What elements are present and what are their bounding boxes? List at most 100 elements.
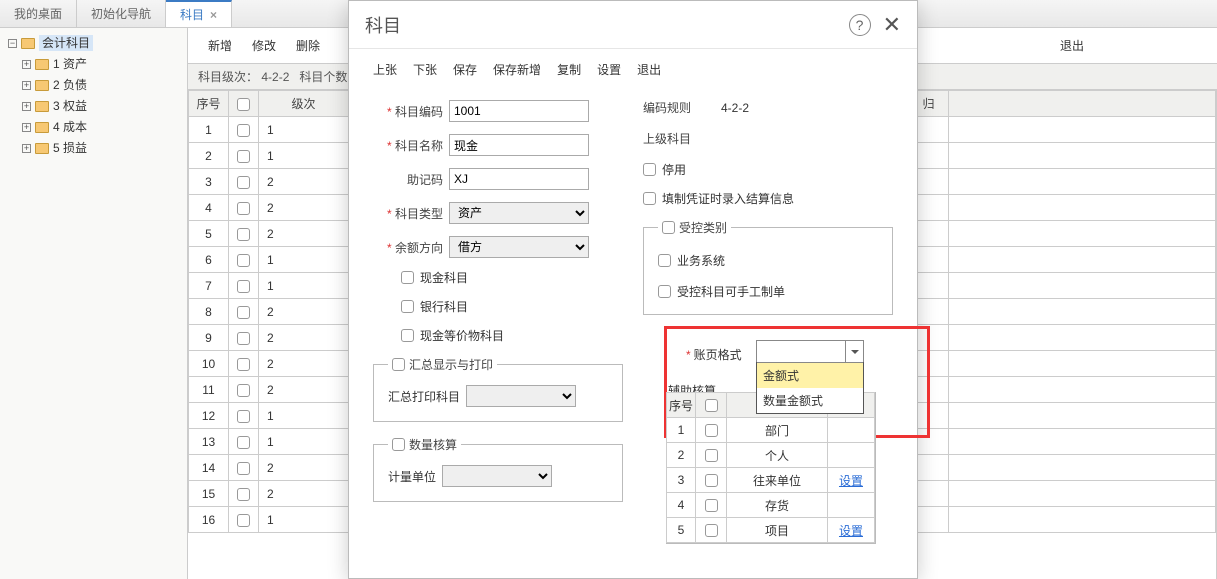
- code-input[interactable]: [449, 100, 589, 122]
- next-button[interactable]: 下张: [413, 61, 437, 78]
- sumfield-label: 汇总打印科目: [388, 388, 460, 405]
- expand-icon[interactable]: +: [22, 60, 31, 69]
- dropdown-option-qtyamount[interactable]: 数量金额式: [757, 388, 863, 413]
- collapse-icon[interactable]: −: [8, 39, 17, 48]
- checkbox[interactable]: [237, 514, 250, 527]
- checkbox[interactable]: [658, 254, 671, 267]
- checkbox[interactable]: [237, 358, 250, 371]
- col-rest: [949, 91, 1216, 117]
- checkbox[interactable]: [237, 124, 250, 137]
- checkbox[interactable]: [705, 399, 718, 412]
- exit-button[interactable]: 退出: [1060, 37, 1084, 54]
- disable-checkbox-row[interactable]: 停用: [643, 161, 893, 178]
- checkbox[interactable]: [237, 436, 250, 449]
- aux-row[interactable]: 4存货: [667, 493, 875, 518]
- checkbox[interactable]: [643, 163, 656, 176]
- close-icon[interactable]: ✕: [883, 12, 901, 38]
- qty-legend[interactable]: 数量核算: [388, 436, 461, 453]
- checkbox[interactable]: [643, 192, 656, 205]
- tree-root[interactable]: −会计科目: [0, 32, 187, 53]
- dropdown-option-amount[interactable]: 金额式: [757, 363, 863, 388]
- dir-select[interactable]: 借方: [449, 236, 589, 258]
- tree-item-pl[interactable]: +5 损益: [0, 137, 187, 158]
- tree-item-liability[interactable]: +2 负债: [0, 74, 187, 95]
- save-button[interactable]: 保存: [453, 61, 477, 78]
- tree-item-cost[interactable]: +4 成本: [0, 116, 187, 137]
- saveadd-button[interactable]: 保存新增: [493, 61, 541, 78]
- tab-initnav[interactable]: 初始化导航: [77, 0, 166, 27]
- pageformat-dropdown[interactable]: 金额式 数量金额式: [756, 340, 864, 414]
- expand-icon[interactable]: +: [22, 123, 31, 132]
- checkbox[interactable]: [237, 254, 250, 267]
- add-button[interactable]: 新增: [208, 37, 232, 54]
- aux-row[interactable]: 3往来单位设置: [667, 468, 875, 493]
- close-icon[interactable]: ×: [210, 8, 217, 22]
- manual-checkbox-row[interactable]: 受控科目可手工制单: [658, 283, 878, 300]
- sumfield-select[interactable]: [466, 385, 576, 407]
- col-check[interactable]: [229, 91, 259, 117]
- delete-button[interactable]: 删除: [296, 37, 320, 54]
- checkbox[interactable]: [237, 462, 250, 475]
- aux-set-link[interactable]: 设置: [839, 472, 863, 489]
- prev-button[interactable]: 上张: [373, 61, 397, 78]
- checkbox[interactable]: [237, 280, 250, 293]
- chevron-down-icon[interactable]: [845, 341, 863, 362]
- checkbox[interactable]: [705, 449, 718, 462]
- checkbox[interactable]: [237, 228, 250, 241]
- mnemonic-input[interactable]: [449, 168, 589, 190]
- col-seq[interactable]: 序号: [189, 91, 229, 117]
- biz-checkbox-row[interactable]: 业务系统: [658, 252, 878, 269]
- checkbox[interactable]: [237, 202, 250, 215]
- name-input[interactable]: [449, 134, 589, 156]
- checkbox[interactable]: [705, 424, 718, 437]
- bank-checkbox-row[interactable]: 银行科目: [401, 298, 623, 315]
- tab-desktop[interactable]: 我的桌面: [0, 0, 77, 27]
- checkbox[interactable]: [237, 384, 250, 397]
- col-level[interactable]: 级次: [259, 91, 349, 117]
- checkbox[interactable]: [705, 524, 718, 537]
- checkbox[interactable]: [237, 98, 250, 111]
- checkbox[interactable]: [401, 300, 414, 313]
- checkbox[interactable]: [392, 358, 405, 371]
- expand-icon[interactable]: +: [22, 81, 31, 90]
- tree-item-asset[interactable]: +1 资产: [0, 53, 187, 74]
- dropdown-input[interactable]: [757, 341, 863, 363]
- aux-row[interactable]: 5项目设置: [667, 518, 875, 543]
- tab-subject[interactable]: 科目×: [166, 0, 232, 27]
- fillentry-checkbox-row[interactable]: 填制凭证时录入结算信息: [643, 190, 893, 207]
- checkbox[interactable]: [237, 306, 250, 319]
- checkbox[interactable]: [401, 329, 414, 342]
- aux-row[interactable]: 1部门: [667, 418, 875, 443]
- eq-checkbox-row[interactable]: 现金等价物科目: [401, 327, 623, 344]
- checkbox[interactable]: [237, 332, 250, 345]
- cash-checkbox-row[interactable]: 现金科目: [401, 269, 623, 286]
- type-select[interactable]: 资产: [449, 202, 589, 224]
- dialog-exit-button[interactable]: 退出: [637, 61, 661, 78]
- checkbox[interactable]: [237, 488, 250, 501]
- help-icon[interactable]: ?: [849, 14, 871, 36]
- qtyfield-select[interactable]: [442, 465, 552, 487]
- checkbox[interactable]: [237, 150, 250, 163]
- aux-row[interactable]: 2个人: [667, 443, 875, 468]
- checkbox[interactable]: [662, 221, 675, 234]
- expand-icon[interactable]: +: [22, 144, 31, 153]
- expand-icon[interactable]: +: [22, 102, 31, 111]
- aux-col-chk[interactable]: [695, 392, 727, 418]
- aux-set-link[interactable]: 设置: [839, 522, 863, 539]
- checkbox[interactable]: [392, 438, 405, 451]
- copy-button[interactable]: 复制: [557, 61, 581, 78]
- checkbox[interactable]: [401, 271, 414, 284]
- checkbox[interactable]: [237, 176, 250, 189]
- level-value: 4-2-2: [261, 70, 289, 84]
- sidebar: −会计科目 +1 资产 +2 负债 +3 权益 +4 成本 +5 损益: [0, 28, 188, 579]
- checkbox[interactable]: [658, 285, 671, 298]
- checkbox[interactable]: [237, 410, 250, 423]
- checkbox[interactable]: [705, 474, 718, 487]
- checkbox[interactable]: [705, 499, 718, 512]
- edit-button[interactable]: 修改: [252, 37, 276, 54]
- tree-item-equity[interactable]: +3 权益: [0, 95, 187, 116]
- setting-button[interactable]: 设置: [597, 61, 621, 78]
- folder-icon: [35, 122, 49, 133]
- ctrl-legend[interactable]: 受控类别: [658, 219, 731, 236]
- summary-legend[interactable]: 汇总显示与打印: [388, 356, 497, 373]
